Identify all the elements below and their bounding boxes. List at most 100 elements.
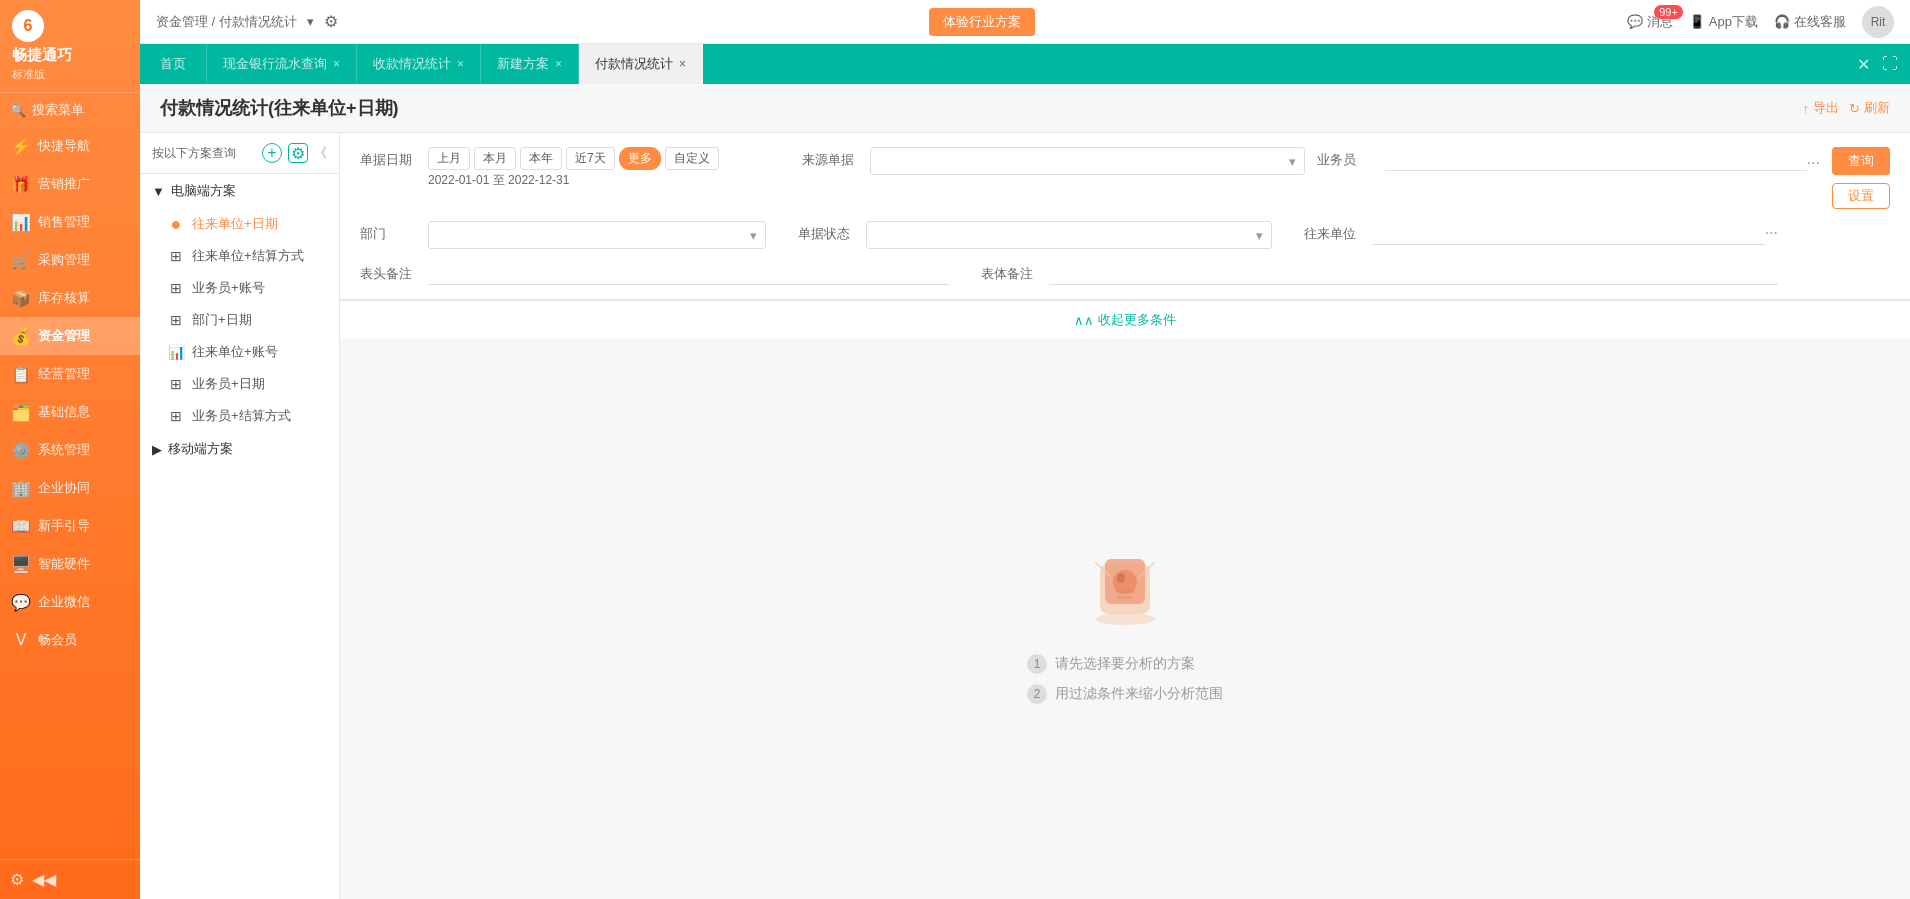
export-btn[interactable]: ↑ 导出 [1803,99,1840,117]
table-header-input[interactable] [428,261,949,285]
scheme-group-desktop-header[interactable]: ▼ 电脑端方案 [140,174,339,208]
message-icon: 💬 [1627,14,1643,29]
query-btn[interactable]: 查询 [1832,147,1890,175]
scheme-add-btn[interactable]: + [262,143,282,163]
staff-input[interactable] [1385,147,1806,171]
scheme-item-staff-date[interactable]: ⊞ 业务员+日期 [140,368,339,400]
staff-label: 业务员 [1317,147,1373,169]
online-service-label: 在线客服 [1794,13,1846,31]
tab-close-payment[interactable]: × [679,57,686,71]
sidebar-item-guide[interactable]: 📖 新手引导 [0,507,140,545]
tab-label-collection: 收款情况统计 [373,55,451,73]
sidebar-item-hardware[interactable]: 🖥️ 智能硬件 [0,545,140,583]
sidebar-item-operation[interactable]: 📋 经营管理 [0,355,140,393]
sidebar-search[interactable]: 🔍 搜索菜单 [0,93,140,127]
source-select[interactable]: ▾ [870,147,1305,175]
header: 资金管理 / 付款情况统计 ▾ ⚙ 体验行业方案 💬 消息 99+ 📱 App下… [140,0,1910,44]
date-filter-group: 上月 本月 本年 近7天 更多 自定义 2022-01-01 至 2022-12… [428,147,790,189]
scheme-group-desktop-label: 电脑端方案 [171,182,236,200]
tab-collection[interactable]: 收款情况统计 × [357,44,481,84]
sidebar-item-finance[interactable]: 💰 资金管理 [0,317,140,355]
scheme-item-unit-account[interactable]: 📊 往来单位+账号 [140,336,339,368]
scheme-group-mobile-header[interactable]: ▶ 移动端方案 [140,432,339,466]
scheme-item-dept-date[interactable]: ⊞ 部门+日期 [140,304,339,336]
scheme-item-unit-settle[interactable]: ⊞ 往来单位+结算方式 [140,240,339,272]
sidebar-item-wechat[interactable]: 💬 企业微信 [0,583,140,621]
header-gear-icon[interactable]: ⚙ [324,12,338,31]
app-download-btn[interactable]: 📱 App下载 [1689,13,1758,31]
tab-bar-actions: ✕ ⛶ [1845,44,1910,84]
header-dropdown-icon[interactable]: ▾ [307,14,314,29]
search-label: 搜索菜单 [32,101,84,119]
scheme-group-desktop: ▼ 电脑端方案 ● 往来单位+日期 ⊞ 往来单位+结算方式 ⊞ [140,174,339,432]
doc-status-select[interactable]: ▾ [866,221,1272,249]
source-label: 来源单据 [802,147,858,169]
scheme-item-unit-date[interactable]: ● 往来单位+日期 [140,208,339,240]
settings-btn[interactable]: 设置 [1832,183,1890,209]
nav-label-wechat: 企业微信 [38,593,90,611]
scheme-item-icon-staff-account: ⊞ [168,280,184,296]
tab-label-cashflow: 现金银行流水查询 [223,55,327,73]
scheme-item-staff-settle[interactable]: ⊞ 业务员+结算方式 [140,400,339,432]
close-all-icon[interactable]: ✕ [1857,55,1870,74]
tab-close-new-scheme[interactable]: × [555,57,562,71]
sidebar-item-inventory[interactable]: 📦 库存核算 [0,279,140,317]
logo-sub: 标准版 [12,67,45,82]
nav-label-guide: 新手引导 [38,517,90,535]
nav-icon-basic: 🗂️ [12,403,30,421]
tab-payment[interactable]: 付款情况统计× [579,44,703,84]
collapse-more-btn[interactable]: ∧∧ 收起更多条件 [340,300,1910,339]
collapse-icon: ∧∧ [1074,313,1094,328]
logo-text: 畅捷通巧 [12,46,72,65]
table-body-input[interactable] [1049,261,1778,285]
sidebar-item-sales[interactable]: 📊 销售管理 [0,203,140,241]
partner-input[interactable] [1372,221,1765,245]
nav-icon-wechat: 💬 [12,593,30,611]
tab-close-cashflow[interactable]: × [333,57,340,71]
nav-label-enterprise: 企业协同 [38,479,90,497]
refresh-btn[interactable]: ↻ 刷新 [1849,99,1890,117]
dept-select[interactable]: ▾ [428,221,766,249]
tab-label-new-scheme: 新建方案 [497,55,549,73]
sidebar-item-system[interactable]: ⚙️ 系统管理 [0,431,140,469]
tab-home[interactable]: 首页 [140,44,207,84]
empty-tips: 1 请先选择要分析的方案 2 用过滤条件来缩小分析范围 [1027,654,1223,704]
scheme-item-icon-staff-date: ⊞ [168,376,184,392]
tab-close-collection[interactable]: × [457,57,464,71]
sidebar-item-purchase[interactable]: 🛒 采购管理 [0,241,140,279]
sidebar-item-marketing[interactable]: 🎁 营销推广 [0,165,140,203]
date-btn-last-month[interactable]: 上月 [428,147,470,170]
nav-label-operation: 经营管理 [38,365,90,383]
tab-new-scheme[interactable]: 新建方案 × [481,44,579,84]
filter-row-1: 单据日期 上月 本月 本年 近7天 更多 自定义 20 [360,147,1890,209]
scheme-item-icon-staff-settle: ⊞ [168,408,184,424]
scheme-panel-header: 按以下方案查询 + ⚙ 《 [140,133,339,174]
scheme-item-staff-account[interactable]: ⊞ 业务员+账号 [140,272,339,304]
date-btn-this-year[interactable]: 本年 [520,147,562,170]
sidebar-item-basic[interactable]: 🗂️ 基础信息 [0,393,140,431]
sidebar-item-enterprise[interactable]: 🏢 企业协同 [0,469,140,507]
sidebar-item-member[interactable]: V 畅会员 [0,621,140,659]
scheme-collapse-btn[interactable]: 《 [314,144,327,162]
tab-bar: 首页现金银行流水查询×收款情况统计×新建方案×付款情况统计× ✕ ⛶ [140,44,1910,84]
scheme-settings-btn[interactable]: ⚙ [288,143,308,163]
online-service-btn[interactable]: 🎧 在线客服 [1774,13,1846,31]
staff-dots-btn[interactable]: ... [1807,150,1820,168]
filter-row-2: 部门 ▾ 单据状态 ▾ [360,221,1890,249]
partner-dots-btn[interactable]: ··· [1765,224,1778,242]
message-btn[interactable]: 💬 消息 99+ [1627,13,1673,31]
sidebar-item-quick-nav[interactable]: ⚡ 快捷导航 [0,127,140,165]
sidebar-collapse-btn[interactable]: ◀◀ [32,870,56,889]
avatar[interactable]: Rit [1862,6,1894,38]
date-btn-more[interactable]: 更多 [619,147,661,170]
nav-label-purchase: 采购管理 [38,251,90,269]
maximize-icon[interactable]: ⛶ [1882,55,1898,73]
sidebar-settings-btn[interactable]: ⚙ [10,870,24,889]
doc-status-field: ▾ [866,221,1272,249]
trial-btn[interactable]: 体验行业方案 [929,8,1035,36]
main-body: 按以下方案查询 + ⚙ 《 ▼ 电脑端方案 ● [140,133,1910,899]
tab-cashflow[interactable]: 现金银行流水查询 × [207,44,357,84]
date-btn-this-month[interactable]: 本月 [474,147,516,170]
date-btn-last7[interactable]: 近7天 [566,147,615,170]
date-btn-custom[interactable]: 自定义 [665,147,719,170]
